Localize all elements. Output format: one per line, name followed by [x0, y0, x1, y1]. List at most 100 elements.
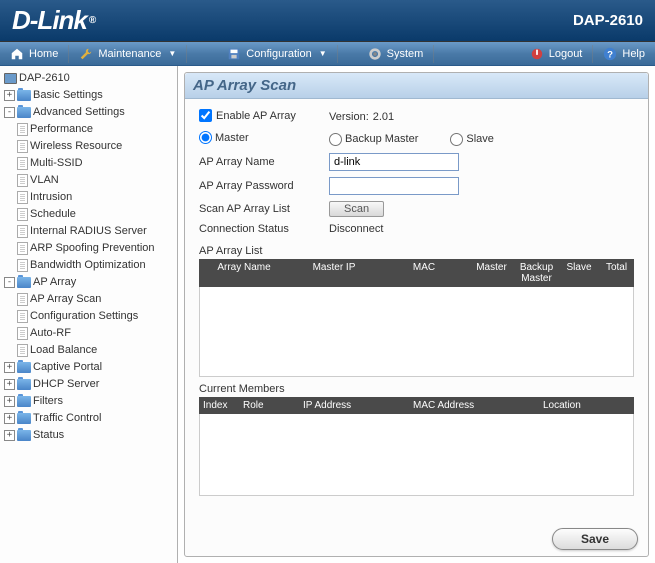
brand-logo: D-Link® [12, 5, 95, 36]
main-area: DAP-2610 +Basic Settings - Advanced Setti… [0, 66, 655, 563]
folder-icon [17, 277, 31, 288]
nav-configuration-label: Configuration [246, 48, 311, 60]
collapse-icon[interactable]: - [4, 107, 15, 118]
expand-icon[interactable]: + [4, 90, 15, 101]
page-icon [17, 208, 28, 221]
page-icon [17, 259, 28, 272]
tree-traffic-control[interactable]: +Traffic Control [2, 411, 175, 426]
expand-icon[interactable]: + [4, 379, 15, 390]
array-name-input[interactable] [329, 153, 459, 171]
role-slave-radio[interactable]: Slave [450, 133, 494, 146]
scan-button[interactable]: Scan [329, 201, 384, 217]
col-master-ip: Master IP [289, 262, 379, 284]
col-mac-addr: MAC Address [409, 400, 539, 411]
page-icon [17, 242, 28, 255]
enable-checkbox-input[interactable] [199, 109, 212, 122]
tree-basic-settings[interactable]: +Basic Settings [2, 88, 175, 103]
tree-item-label: Wireless Resource [30, 139, 122, 154]
members-label: Current Members [199, 383, 634, 395]
tree-schedule[interactable]: Schedule [2, 207, 175, 222]
header: D-Link® DAP-2610 [0, 0, 655, 42]
tree-intrusion[interactable]: Intrusion [2, 190, 175, 205]
nav-system[interactable]: System [358, 42, 434, 65]
tree-item-label: Captive Portal [33, 360, 102, 375]
tree-item-label: ARP Spoofing Prevention [30, 241, 155, 256]
slave-label: Slave [466, 133, 494, 145]
tree-advanced-label: Advanced Settings [33, 105, 125, 120]
gear-icon [368, 47, 382, 61]
tree-performance[interactable]: Performance [2, 122, 175, 137]
tree-multi-ssid[interactable]: Multi-SSID [2, 156, 175, 171]
array-name-label: AP Array Name [199, 156, 329, 168]
collapse-icon[interactable]: - [4, 277, 15, 288]
backup-radio-input[interactable] [329, 133, 342, 146]
folder-icon [17, 90, 31, 101]
tree-item-label: AP Array Scan [30, 292, 101, 307]
tree-item-label: Configuration Settings [30, 309, 138, 324]
device-icon [4, 73, 17, 84]
version-label: Version: [329, 111, 369, 123]
tree-item-label: Bandwidth Optimization [30, 258, 146, 273]
page-icon [17, 293, 28, 306]
expand-icon[interactable]: + [4, 413, 15, 424]
tree-wireless-resource[interactable]: Wireless Resource [2, 139, 175, 154]
tree-item-label: Multi-SSID [30, 156, 83, 171]
tree-status[interactable]: + Status [2, 428, 175, 443]
connection-status-value: Disconnect [329, 223, 383, 235]
page-icon [17, 310, 28, 323]
tree-config-settings[interactable]: Configuration Settings [2, 309, 175, 324]
role-master-radio[interactable]: Master [199, 131, 249, 144]
tree-dhcp-server[interactable]: +DHCP Server [2, 377, 175, 392]
nav-help[interactable]: ? Help [593, 42, 655, 65]
col-master: Master [469, 262, 514, 284]
save-area: Save [185, 522, 648, 556]
tree-arp-spoofing[interactable]: ARP Spoofing Prevention [2, 241, 175, 256]
expand-icon[interactable]: + [4, 362, 15, 373]
save-disk-icon [227, 47, 241, 61]
nav-home-label: Home [29, 48, 58, 60]
tree-captive-portal[interactable]: + Captive Portal [2, 360, 175, 375]
folder-icon [17, 362, 31, 373]
page-icon [17, 140, 28, 153]
slave-radio-input[interactable] [450, 133, 463, 146]
save-button[interactable]: Save [552, 528, 638, 550]
tree-item-label: AP Array [33, 275, 76, 290]
page-icon [17, 174, 28, 187]
tree-bandwidth[interactable]: Bandwidth Optimization [2, 258, 175, 273]
array-password-input[interactable] [329, 177, 459, 195]
nav-maintenance-label: Maintenance [98, 48, 161, 60]
expand-icon[interactable]: + [4, 430, 15, 441]
backup-label: Backup Master [345, 133, 418, 145]
tree-item-label: Performance [30, 122, 93, 137]
tree-advanced-settings[interactable]: - Advanced Settings [2, 105, 175, 120]
tree-load-balance[interactable]: Load Balance [2, 343, 175, 358]
page-icon [17, 225, 28, 238]
tree-status-label: Status [33, 428, 64, 443]
tree-ap-array[interactable]: - AP Array [2, 275, 175, 290]
tree-vlan[interactable]: VLAN [2, 173, 175, 188]
nav-logout-label: Logout [549, 48, 583, 60]
tree-ap-array-scan[interactable]: AP Array Scan [2, 292, 175, 307]
page-icon [17, 327, 28, 340]
tree-auto-rf[interactable]: Auto-RF [2, 326, 175, 341]
tree-item-label: Auto-RF [30, 326, 71, 341]
col-backup: Backup Master [514, 262, 559, 284]
nav-logout[interactable]: Logout [520, 42, 593, 65]
nav-maintenance[interactable]: Maintenance ▼ [69, 42, 186, 65]
tree-filters[interactable]: +Filters [2, 394, 175, 409]
chevron-down-icon: ▼ [319, 49, 327, 58]
folder-icon [17, 413, 31, 424]
master-label: Master [215, 132, 249, 144]
role-backup-radio[interactable]: Backup Master [329, 133, 418, 146]
tree-root[interactable]: DAP-2610 [2, 71, 175, 86]
enable-ap-array-checkbox[interactable]: Enable AP Array [199, 109, 296, 122]
col-total: Total [599, 262, 634, 284]
nav-home[interactable]: Home [0, 42, 68, 65]
nav-help-label: Help [622, 48, 645, 60]
panel-title: AP Array Scan [185, 73, 648, 99]
master-radio-input[interactable] [199, 131, 212, 144]
nav-configuration[interactable]: Configuration ▼ [217, 42, 336, 65]
connection-status-label: Connection Status [199, 223, 329, 235]
expand-icon[interactable]: + [4, 396, 15, 407]
tree-radius[interactable]: Internal RADIUS Server [2, 224, 175, 239]
